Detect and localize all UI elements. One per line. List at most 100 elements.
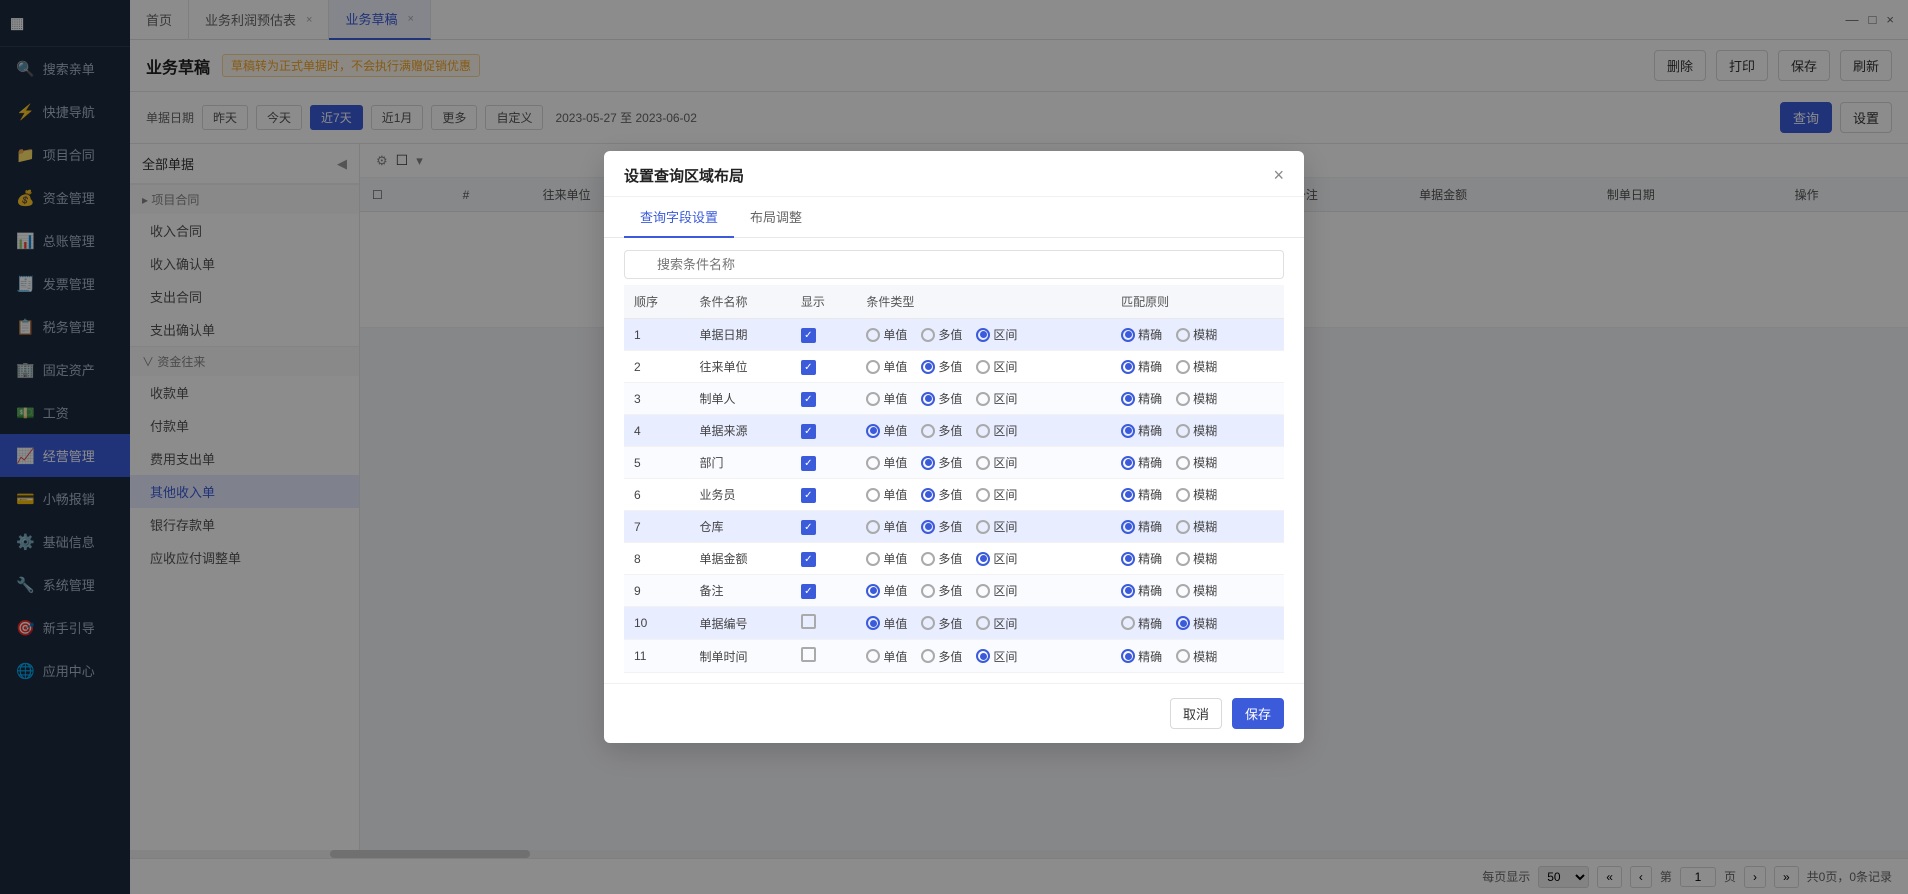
col-show: 显示 xyxy=(791,285,857,319)
cell-order: 8 xyxy=(624,543,690,575)
show-checkbox[interactable]: ✓ xyxy=(801,456,816,471)
radio-match-模糊[interactable]: 模糊 xyxy=(1176,358,1217,375)
radio-cond-多值[interactable]: 多值 xyxy=(921,486,962,503)
cell-show[interactable]: ✓ xyxy=(791,319,857,351)
show-checkbox[interactable]: ✓ xyxy=(801,424,816,439)
radio-match-精确[interactable]: 精确 xyxy=(1121,582,1162,599)
radio-match-模糊[interactable]: 模糊 xyxy=(1176,518,1217,535)
radio-cond-多值[interactable]: 多值 xyxy=(921,326,962,343)
radio-match-精确[interactable]: 精确 xyxy=(1121,648,1162,665)
show-checkbox[interactable]: ✓ xyxy=(801,552,816,567)
show-checkbox[interactable] xyxy=(801,614,816,629)
cell-order: 6 xyxy=(624,479,690,511)
radio-cond-区间[interactable]: 区间 xyxy=(976,550,1017,567)
radio-cond-单值[interactable]: 单值 xyxy=(866,518,907,535)
show-checkbox[interactable]: ✓ xyxy=(801,584,816,599)
cell-show[interactable]: ✓ xyxy=(791,479,857,511)
modal-tab-layout[interactable]: 布局调整 xyxy=(734,197,818,238)
cell-order: 10 xyxy=(624,607,690,640)
radio-cond-单值[interactable]: 单值 xyxy=(866,326,907,343)
radio-match-精确[interactable]: 精确 xyxy=(1121,454,1162,471)
cell-show[interactable]: ✓ xyxy=(791,543,857,575)
cell-cond-type: 单值多值区间 xyxy=(856,351,1111,383)
radio-match-模糊[interactable]: 模糊 xyxy=(1176,422,1217,439)
radio-cond-区间[interactable]: 区间 xyxy=(976,486,1017,503)
show-checkbox[interactable]: ✓ xyxy=(801,328,816,343)
radio-match-精确[interactable]: 精确 xyxy=(1121,390,1162,407)
table-row: 4单据来源✓单值多值区间精确模糊 xyxy=(624,415,1284,447)
radio-cond-单值[interactable]: 单值 xyxy=(866,648,907,665)
radio-cond-单值[interactable]: 单值 xyxy=(866,582,907,599)
cell-show[interactable]: ✓ xyxy=(791,447,857,479)
tab-query-label: 查询字段设置 xyxy=(640,210,718,225)
radio-cond-区间[interactable]: 区间 xyxy=(976,390,1017,407)
radio-match-模糊[interactable]: 模糊 xyxy=(1176,582,1217,599)
radio-cond-多值[interactable]: 多值 xyxy=(921,390,962,407)
show-checkbox[interactable]: ✓ xyxy=(801,520,816,535)
radio-match-精确[interactable]: 精确 xyxy=(1121,550,1162,567)
modal-close-button[interactable]: × xyxy=(1273,165,1284,186)
cell-cond-type: 单值多值区间 xyxy=(856,383,1111,415)
radio-match-模糊[interactable]: 模糊 xyxy=(1176,486,1217,503)
cell-show[interactable]: ✓ xyxy=(791,383,857,415)
cell-show[interactable]: ✓ xyxy=(791,511,857,543)
radio-cond-区间[interactable]: 区间 xyxy=(976,422,1017,439)
radio-match-精确[interactable]: 精确 xyxy=(1121,486,1162,503)
table-row: 1单据日期✓单值多值区间精确模糊 xyxy=(624,319,1284,351)
radio-cond-区间[interactable]: 区间 xyxy=(976,648,1017,665)
radio-cond-多值[interactable]: 多值 xyxy=(921,615,962,632)
radio-match-精确[interactable]: 精确 xyxy=(1121,422,1162,439)
radio-match-精确[interactable]: 精确 xyxy=(1121,326,1162,343)
radio-cond-单值[interactable]: 单值 xyxy=(866,615,907,632)
table-row: 10单据编号单值多值区间精确模糊 xyxy=(624,607,1284,640)
radio-cond-单值[interactable]: 单值 xyxy=(866,422,907,439)
radio-cond-区间[interactable]: 区间 xyxy=(976,358,1017,375)
search-wrapper: 🔍 xyxy=(624,250,1284,279)
cell-show[interactable]: ✓ xyxy=(791,351,857,383)
modal-search-input[interactable] xyxy=(624,250,1284,279)
radio-cond-单值[interactable]: 单值 xyxy=(866,390,907,407)
cell-match: 精确模糊 xyxy=(1111,319,1284,351)
modal-save-button[interactable]: 保存 xyxy=(1232,698,1284,729)
table-row: 8单据金额 ✓ 单值多值区间 精确模糊 xyxy=(624,543,1284,575)
radio-match-模糊[interactable]: 模糊 xyxy=(1176,615,1217,632)
cell-cond-name: 单据金额 xyxy=(690,543,791,575)
cell-show[interactable]: ✓ xyxy=(791,415,857,447)
radio-cond-区间[interactable]: 区间 xyxy=(976,518,1017,535)
radio-cond-多值[interactable]: 多值 xyxy=(921,518,962,535)
radio-cond-多值[interactable]: 多值 xyxy=(921,358,962,375)
radio-cond-多值[interactable]: 多值 xyxy=(921,550,962,567)
cell-match: 精确模糊 xyxy=(1111,447,1284,479)
cell-show[interactable] xyxy=(791,640,857,673)
radio-cond-多值[interactable]: 多值 xyxy=(921,422,962,439)
modal-tabs: 查询字段设置 布局调整 xyxy=(604,197,1304,238)
radio-cond-区间[interactable]: 区间 xyxy=(976,615,1017,632)
radio-match-模糊[interactable]: 模糊 xyxy=(1176,454,1217,471)
radio-match-模糊[interactable]: 模糊 xyxy=(1176,550,1217,567)
radio-match-模糊[interactable]: 模糊 xyxy=(1176,326,1217,343)
radio-cond-区间[interactable]: 区间 xyxy=(976,454,1017,471)
cell-show[interactable]: ✓ xyxy=(791,575,857,607)
radio-match-模糊[interactable]: 模糊 xyxy=(1176,390,1217,407)
radio-cond-单值[interactable]: 单值 xyxy=(866,486,907,503)
show-checkbox[interactable]: ✓ xyxy=(801,488,816,503)
radio-cond-多值[interactable]: 多值 xyxy=(921,648,962,665)
cancel-button[interactable]: 取消 xyxy=(1170,698,1222,729)
radio-cond-多值[interactable]: 多值 xyxy=(921,582,962,599)
radio-cond-区间[interactable]: 区间 xyxy=(976,582,1017,599)
radio-cond-单值[interactable]: 单值 xyxy=(866,550,907,567)
modal-tab-query[interactable]: 查询字段设置 xyxy=(624,197,734,238)
radio-match-模糊[interactable]: 模糊 xyxy=(1176,648,1217,665)
radio-cond-单值[interactable]: 单值 xyxy=(866,358,907,375)
radio-cond-多值[interactable]: 多值 xyxy=(921,454,962,471)
show-checkbox[interactable]: ✓ xyxy=(801,392,816,407)
radio-match-精确[interactable]: 精确 xyxy=(1121,518,1162,535)
show-checkbox[interactable]: ✓ xyxy=(801,360,816,375)
radio-cond-区间[interactable]: 区间 xyxy=(976,326,1017,343)
cell-show[interactable] xyxy=(791,607,857,640)
radio-cond-单值[interactable]: 单值 xyxy=(866,454,907,471)
cell-match: 精确模糊 xyxy=(1111,575,1284,607)
radio-match-精确[interactable]: 精确 xyxy=(1121,358,1162,375)
show-checkbox[interactable] xyxy=(801,647,816,662)
radio-match-精确[interactable]: 精确 xyxy=(1121,615,1162,632)
